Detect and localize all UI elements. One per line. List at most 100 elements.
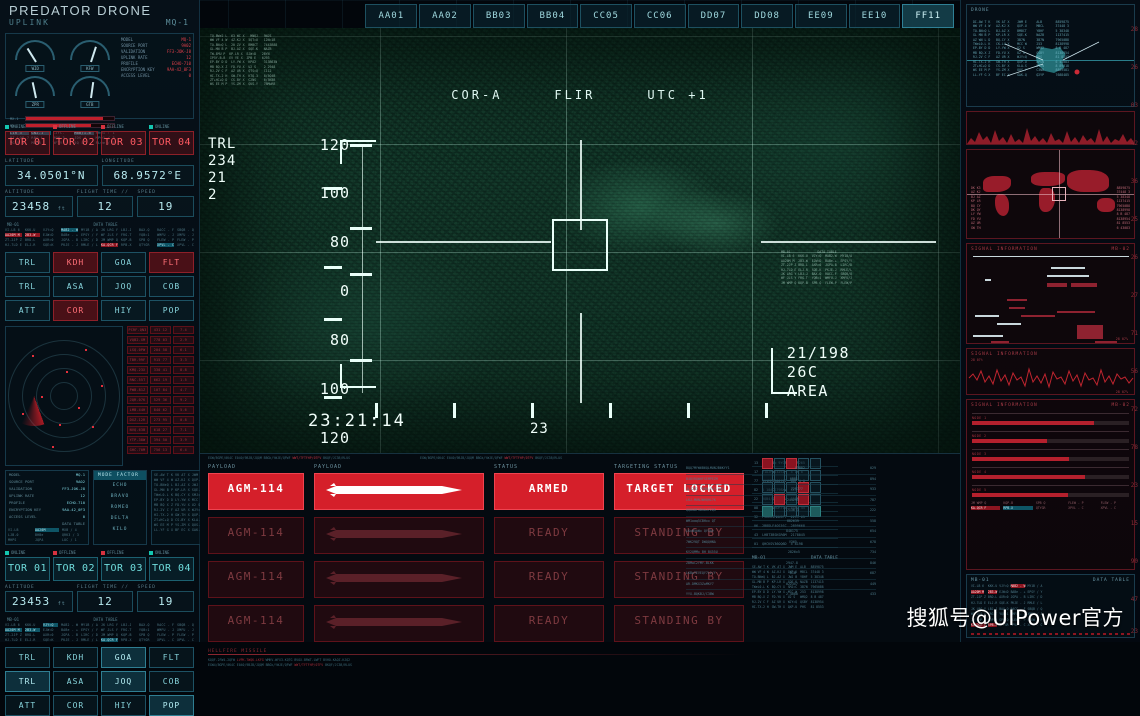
spec-key: ACCESS LEVEL [9,514,37,519]
target-coord: 21/198 [786,344,850,362]
key-trl-2[interactable]: TRL [5,276,50,297]
tab-bb04[interactable]: BB04 [526,4,579,28]
mode-item-kilo[interactable]: KILO [94,524,146,535]
tor-button-3[interactable]: TOR 03 [101,131,146,155]
payload-name-3[interactable]: AGM-114 [208,561,304,598]
flight-time-value: 12 [76,196,134,217]
key-cob[interactable]: COB [149,276,194,297]
drone-panel-title: DRONE [971,8,990,13]
tor-button-4-b[interactable]: TOR 04 [149,557,194,581]
mode-item-bravo[interactable]: BRAVO [94,491,146,502]
tor-button-2[interactable]: TOR 02 [53,131,98,155]
crosshair-line-bottom [580,313,582,403]
keypad-top[interactable]: TRL KDH GOA FLT TRL ASA JOQ COB ATT COR … [5,252,194,321]
tab-aa02[interactable]: AA02 [419,4,471,28]
tab-aa01[interactable]: AA01 [365,4,418,28]
key2-asa[interactable]: ASA [53,671,98,692]
drone-video-feed[interactable]: TQ-BWe2 L 63 WC X MNQJ 9NJS WW VF 4 W 4Z… [200,28,960,453]
payload-missile-1[interactable] [314,473,484,510]
payload-row-2[interactable]: AGM-114 READY STANDING BY [208,517,744,554]
tab-cc06[interactable]: CC06 [633,4,686,28]
tor-button-1-b[interactable]: TOR 01 [5,557,50,581]
tab-ee10[interactable]: EE10 [848,4,901,28]
key-cor[interactable]: COR [53,300,98,321]
tor-unit-4-b[interactable]: ONLINE TOR 04 [149,550,194,581]
tor-unit-2-b[interactable]: OFFLINE TOR 02 [53,550,98,581]
tab-ff11[interactable]: FF11 [902,4,954,28]
key-trl[interactable]: TRL [5,252,50,273]
key2-kdh[interactable]: KDH [53,647,98,668]
tab-cc05[interactable]: CC05 [580,4,632,28]
payload-row-4[interactable]: AGM-114 READY STANDING BY [208,605,744,642]
key-asa[interactable]: ASA [53,276,98,297]
signal-waveform-panel: SIGNAL INFORMATION 28 07% 28 07% [966,348,1135,395]
payload-name-2[interactable]: AGM-114 [208,517,304,554]
ruler-mark: 42 [1130,140,1138,147]
tab-bar[interactable]: AA01 AA02 BB03 BB04 CC05 CC06 DD07 DD08 … [200,0,960,28]
payload-missile-2[interactable] [314,517,484,554]
mode-factor-list[interactable]: MODE FACTOR ECHO BRAVO ROMEO DELTA KILO [93,470,147,545]
payload-name-1[interactable]: AGM-114 [208,473,304,510]
keypad-bottom[interactable]: TRL KDH GOA FLT TRL ASA JOQ COB ATT COR … [5,647,194,716]
payload-row-1[interactable]: AGM-114 ARMED TARGET LOCKED [208,473,744,510]
key-flt[interactable]: FLT [149,252,194,273]
tor-unit-3[interactable]: OFFLINE TOR 03 [101,124,146,155]
payload-missile-3[interactable] [314,561,484,598]
key2-goa[interactable]: GOA [101,647,146,668]
radar-display[interactable] [5,326,123,466]
mode-item-echo[interactable]: ECHO [94,480,146,491]
tab-bb03[interactable]: BB03 [472,4,525,28]
tor-unit-4[interactable]: ONLINE TOR 04 [149,124,194,155]
tor-button-2-b[interactable]: TOR 02 [53,557,98,581]
key2-cob[interactable]: COB [149,671,194,692]
payload-code-list: BQQ7MYW6B6QLMUNJB6KYY1 8QB82 029 B48VRQWHF… [686,466,876,596]
altitude-label: ALTITUDE [5,190,35,195]
key2-trl-2[interactable]: TRL [5,671,50,692]
mode-item-delta[interactable]: DELTA [94,513,146,524]
meter-label-2: NODE 2 [972,434,987,438]
tab-ee09[interactable]: EE09 [794,4,847,28]
tor-unit-2[interactable]: OFFLINE TOR 02 [53,124,98,155]
key-joq[interactable]: JOQ [101,276,146,297]
key-kdh[interactable]: KDH [53,252,98,273]
payload-footer-codes: KQQF-2FW4-2QFW LVPK-TWQK-LKFG WMKV-WFX3-… [208,658,352,667]
tor-button-4[interactable]: TOR 04 [149,131,194,155]
spec-row: PROFILE ECHO-710 [6,499,88,506]
key2-pop[interactable]: POP [149,695,194,716]
flight-time-label: FLIGHT TIME // [76,190,129,195]
spec-row: MODEL MQ-1 [121,37,191,42]
key-hiy[interactable]: HIY [101,300,146,321]
coordinates-row: LATITUDE 34.0501°N LONGITUDE 68.9572°E [5,159,194,186]
ruler-mark: 03 [1130,102,1138,109]
key2-trl[interactable]: TRL [5,647,50,668]
key-goa[interactable]: GOA [101,252,146,273]
mode-item-romeo[interactable]: ROMEO [94,502,146,513]
key2-joq[interactable]: JOQ [101,671,146,692]
right-table-id: MB-01 [971,578,990,584]
signal-sparkline-panel [966,111,1135,145]
tor-unit-3-b[interactable]: OFFLINE TOR 03 [101,550,146,581]
payload-missile-4[interactable] [314,605,484,642]
spec-row: ACCESS LEVEL 0 [6,513,88,520]
payload-name-4[interactable]: AGM-114 [208,605,304,642]
tab-dd08[interactable]: DD08 [741,4,793,28]
tor-unit-1[interactable]: ONLINE TOR 01 [5,124,50,155]
tor-unit-1-b[interactable]: ONLINE TOR 01 [5,550,50,581]
signal-waveform-chart: 28 07% [967,362,1134,394]
world-threat-map[interactable]: DK K3 AZ KJ BJ AZ KP LR BQ CY DK QY LY Y… [966,149,1135,239]
tor-button-1[interactable]: TOR 01 [5,131,50,155]
key2-flt[interactable]: FLT [149,647,194,668]
key2-hiy[interactable]: HIY [101,695,146,716]
mode-factor-section: MODEL MQ-1 SOURCE PORT 9A02 VALIDATION FF3-… [5,470,233,545]
key2-cor[interactable]: COR [53,695,98,716]
tab-dd07[interactable]: DD07 [687,4,740,28]
tor-button-3-b[interactable]: TOR 03 [101,557,146,581]
key-pop[interactable]: POP [149,300,194,321]
key-att[interactable]: ATT [5,300,50,321]
spec-value: 9AA-42_0F3 [62,507,85,512]
payload-row-3[interactable]: AGM-114 READY STANDING BY [208,561,744,598]
ruler-mark: 25 [1130,216,1138,223]
left-sidebar: PREDATOR DRONE UPLINK MQ-1 WID KFW ZPR G… [0,0,233,716]
data-table-title-2: DATA TABLE [93,617,118,622]
key2-att[interactable]: ATT [5,695,50,716]
